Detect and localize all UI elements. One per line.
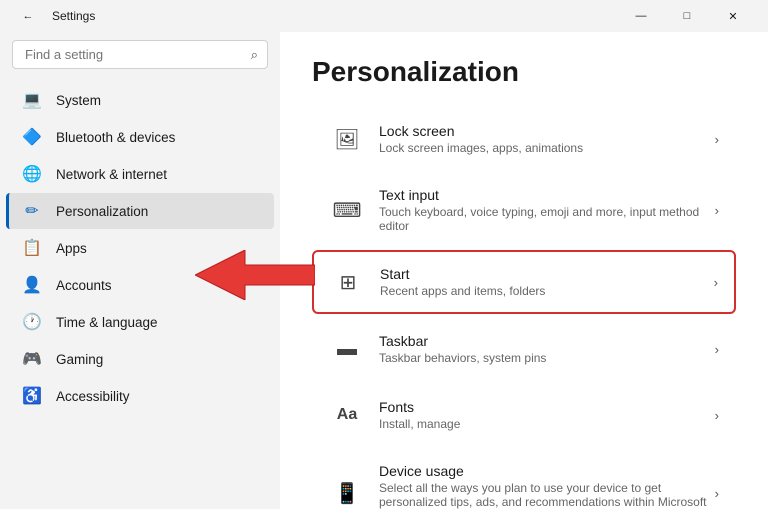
apps-icon: 📋 <box>22 238 42 258</box>
sidebar-nav: 💻 System 🔷 Bluetooth & devices 🌐 Network & in… <box>0 81 280 415</box>
page-title: Personalization <box>312 56 736 88</box>
search-container: ⌕ <box>12 40 268 69</box>
settings-item-taskbar[interactable]: ▬ Taskbar Taskbar behaviors, system pins › <box>312 318 736 380</box>
text-input-text: Text input Touch keyboard, voice typing, … <box>379 187 707 233</box>
maximize-button[interactable]: □ <box>664 0 710 32</box>
start-icon: ⊞ <box>330 264 366 300</box>
start-title: Start <box>380 266 706 282</box>
back-icon: ← <box>23 10 34 22</box>
sidebar-item-apps[interactable]: 📋 Apps <box>6 230 274 266</box>
lock-screen-title: Lock screen <box>379 123 707 139</box>
sidebar-label-gaming: Gaming <box>56 352 103 367</box>
content-area: Personalization 🖼 Lock screen Lock screen … <box>280 32 768 509</box>
bluetooth-icon: 🔷 <box>22 127 42 147</box>
network-icon: 🌐 <box>22 164 42 184</box>
accessibility-icon: ♿ <box>22 386 42 406</box>
sidebar-item-time[interactable]: 🕐 Time & language <box>6 304 274 340</box>
sidebar-item-accounts[interactable]: 👤 Accounts <box>6 267 274 303</box>
titlebar-left: ← Settings <box>12 0 95 32</box>
fonts-title: Fonts <box>379 399 707 415</box>
fonts-chevron-icon: › <box>715 408 719 423</box>
sidebar-label-network: Network & internet <box>56 167 167 182</box>
device-usage-chevron-icon: › <box>715 486 719 501</box>
taskbar-text: Taskbar Taskbar behaviors, system pins <box>379 333 707 365</box>
taskbar-chevron-icon: › <box>715 342 719 357</box>
sidebar: ⌕ 💻 System 🔷 Bluetooth & devices 🌐 Network & … <box>0 32 280 509</box>
taskbar-desc: Taskbar behaviors, system pins <box>379 351 707 365</box>
lock-screen-chevron-icon: › <box>715 132 719 147</box>
sidebar-label-accounts: Accounts <box>56 278 112 293</box>
sidebar-item-gaming[interactable]: 🎮 Gaming <box>6 341 274 377</box>
lock-screen-desc: Lock screen images, apps, animations <box>379 141 707 155</box>
sidebar-label-apps: Apps <box>56 241 87 256</box>
text-input-chevron-icon: › <box>715 203 719 218</box>
sidebar-item-system[interactable]: 💻 System <box>6 82 274 118</box>
gaming-icon: 🎮 <box>22 349 42 369</box>
lock-screen-text: Lock screen Lock screen images, apps, ani… <box>379 123 707 155</box>
device-usage-text: Device usage Select all the ways you plan… <box>379 463 707 509</box>
fonts-text: Fonts Install, manage <box>379 399 707 431</box>
settings-item-text-input[interactable]: ⌨ Text input Touch keyboard, voice typing,… <box>312 174 736 246</box>
settings-item-fonts[interactable]: Aa Fonts Install, manage › <box>312 384 736 446</box>
sidebar-item-personalization[interactable]: ✏ Personalization <box>6 193 274 229</box>
start-text: Start Recent apps and items, folders <box>380 266 706 298</box>
sidebar-label-time: Time & language <box>56 315 158 330</box>
text-input-desc: Touch keyboard, voice typing, emoji and … <box>379 205 707 233</box>
settings-item-lock-screen[interactable]: 🖼 Lock screen Lock screen images, apps, an… <box>312 108 736 170</box>
text-input-title: Text input <box>379 187 707 203</box>
settings-list: 🖼 Lock screen Lock screen images, apps, an… <box>312 108 736 509</box>
close-button[interactable]: ✕ <box>710 0 756 32</box>
text-input-icon: ⌨ <box>329 192 365 228</box>
taskbar-icon: ▬ <box>329 331 365 367</box>
sidebar-label-accessibility: Accessibility <box>56 389 130 404</box>
settings-item-start[interactable]: ⊞ Start Recent apps and items, folders › <box>312 250 736 314</box>
sidebar-item-bluetooth[interactable]: 🔷 Bluetooth & devices <box>6 119 274 155</box>
system-icon: 💻 <box>22 90 42 110</box>
sidebar-label-bluetooth: Bluetooth & devices <box>56 130 175 145</box>
titlebar: ← Settings — □ ✕ <box>0 0 768 32</box>
device-usage-desc: Select all the ways you plan to use your… <box>379 481 707 509</box>
personalization-icon: ✏ <box>22 201 42 221</box>
sidebar-label-personalization: Personalization <box>56 204 148 219</box>
titlebar-title: Settings <box>52 9 95 23</box>
accounts-icon: 👤 <box>22 275 42 295</box>
taskbar-title: Taskbar <box>379 333 707 349</box>
lock-screen-icon: 🖼 <box>329 121 365 157</box>
device-usage-title: Device usage <box>379 463 707 479</box>
sidebar-label-system: System <box>56 93 101 108</box>
search-input[interactable] <box>12 40 268 69</box>
back-button[interactable]: ← <box>12 0 44 32</box>
main-layout: ⌕ 💻 System 🔷 Bluetooth & devices 🌐 Network & … <box>0 32 768 509</box>
start-desc: Recent apps and items, folders <box>380 284 706 298</box>
fonts-desc: Install, manage <box>379 417 707 431</box>
device-usage-icon: 📱 <box>329 475 365 509</box>
titlebar-controls: — □ ✕ <box>618 0 756 32</box>
time-icon: 🕐 <box>22 312 42 332</box>
search-icon: ⌕ <box>251 47 258 63</box>
start-chevron-icon: › <box>714 275 718 290</box>
sidebar-item-accessibility[interactable]: ♿ Accessibility <box>6 378 274 414</box>
sidebar-item-network[interactable]: 🌐 Network & internet <box>6 156 274 192</box>
fonts-icon: Aa <box>329 397 365 433</box>
settings-item-device-usage[interactable]: 📱 Device usage Select all the ways you pla… <box>312 450 736 509</box>
minimize-button[interactable]: — <box>618 0 664 32</box>
